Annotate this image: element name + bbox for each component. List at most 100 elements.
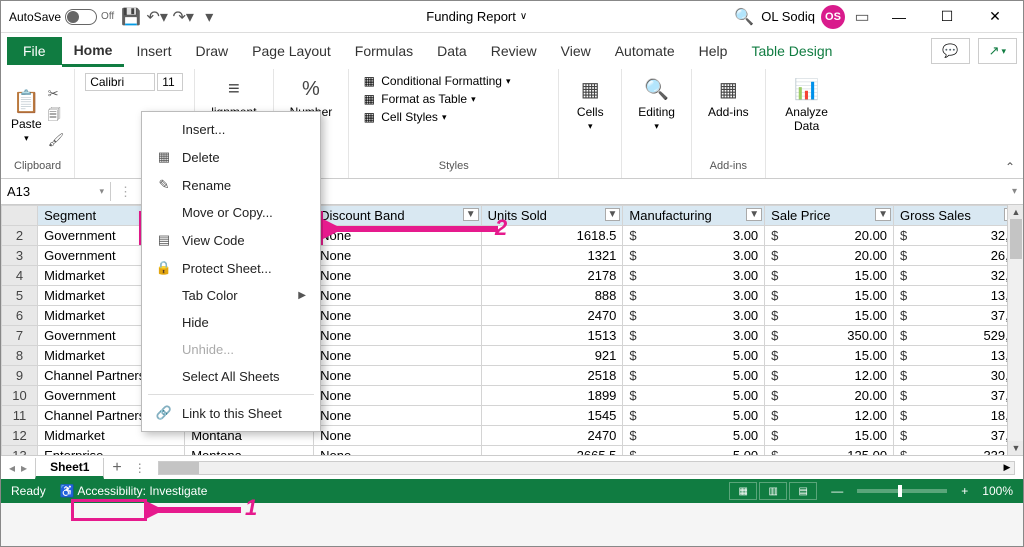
cell[interactable]: 2665.5 <box>481 446 623 456</box>
cell[interactable]: 333,1 <box>894 446 1023 456</box>
analyze-data-button[interactable]: 📊 Analyze Data <box>776 73 838 135</box>
cell[interactable]: 13,8 <box>894 346 1023 366</box>
menu-hide[interactable]: Hide <box>142 309 320 336</box>
tab-page-layout[interactable]: Page Layout <box>240 37 343 65</box>
tab-insert[interactable]: Insert <box>124 37 183 65</box>
cell[interactable]: 37,9 <box>894 386 1023 406</box>
cell[interactable]: 1321 <box>481 246 623 266</box>
cut-icon[interactable]: ✂ <box>48 86 65 102</box>
cell[interactable]: None <box>314 406 482 426</box>
menu-protect-sheet[interactable]: 🔒Protect Sheet... <box>142 254 320 282</box>
cell[interactable]: 30,2 <box>894 366 1023 386</box>
cell[interactable]: 32,3 <box>894 226 1023 246</box>
cell[interactable]: 15.00 <box>765 426 894 446</box>
cell[interactable]: None <box>314 306 482 326</box>
comments-button[interactable]: 💬 <box>931 38 969 64</box>
cell[interactable]: 3.00 <box>623 246 765 266</box>
cell[interactable]: None <box>314 326 482 346</box>
filter-dropdown-icon[interactable]: ▼ <box>746 208 762 221</box>
font-size-select[interactable] <box>157 73 183 91</box>
minimize-button[interactable]: — <box>879 2 919 32</box>
format-as-table-button[interactable]: ▦Format as Table▾ <box>359 91 548 107</box>
cell[interactable]: 26,4 <box>894 246 1023 266</box>
row-header[interactable]: 2 <box>2 226 38 246</box>
menu-view-code[interactable]: ▤View Code <box>142 226 320 254</box>
row-header[interactable]: 8 <box>2 346 38 366</box>
cell[interactable]: 20.00 <box>765 226 894 246</box>
scroll-up-icon[interactable]: ▲ <box>1008 205 1023 219</box>
paste-button[interactable]: 📋 Paste ▾ <box>11 89 42 144</box>
menu-rename[interactable]: ✎Rename <box>142 171 320 199</box>
cell[interactable]: 12.00 <box>765 366 894 386</box>
cell[interactable]: Montana <box>185 446 314 456</box>
row-header[interactable]: 3 <box>2 246 38 266</box>
cell[interactable]: None <box>314 426 482 446</box>
cell[interactable]: 20.00 <box>765 246 894 266</box>
document-title[interactable]: Funding Report∨ <box>226 9 727 24</box>
editing-button[interactable]: 🔍 Editing▾ <box>632 73 681 134</box>
menu-insert[interactable]: Insert... <box>142 116 320 143</box>
horizontal-scrollbar[interactable]: ▶ <box>158 461 1015 475</box>
menu-link-to-sheet[interactable]: 🔗Link to this Sheet <box>142 399 320 427</box>
table-row[interactable]: 13EnterpriseMontanaNone2665.55.00125.003… <box>2 446 1023 456</box>
cell[interactable]: 13,3 <box>894 286 1023 306</box>
cell[interactable]: 3.00 <box>623 226 765 246</box>
new-sheet-button[interactable]: + <box>104 459 129 477</box>
cell[interactable]: 2178 <box>481 266 623 286</box>
ribbon-display-icon[interactable]: ▭ <box>853 8 871 26</box>
column-header[interactable]: Manufacturing▼ <box>623 206 765 226</box>
cell[interactable]: 2470 <box>481 426 623 446</box>
row-header[interactable]: 6 <box>2 306 38 326</box>
autosave-toggle[interactable]: AutoSave Off <box>9 9 114 25</box>
filter-dropdown-icon[interactable]: ▼ <box>875 208 891 221</box>
cell[interactable]: 15.00 <box>765 306 894 326</box>
cell[interactable]: 5.00 <box>623 446 765 456</box>
cell[interactable]: 1513 <box>481 326 623 346</box>
tab-table-design[interactable]: Table Design <box>739 37 844 65</box>
cell[interactable]: 3.00 <box>623 286 765 306</box>
scroll-right-icon[interactable]: ▶ <box>1000 462 1014 474</box>
row-header[interactable]: 7 <box>2 326 38 346</box>
zoom-out-button[interactable]: — <box>831 484 843 498</box>
close-button[interactable]: ✕ <box>975 2 1015 32</box>
cell[interactable]: 15.00 <box>765 286 894 306</box>
column-header[interactable]: Discount Band▼ <box>314 206 482 226</box>
row-header[interactable]: 11 <box>2 406 38 426</box>
cell[interactable]: Enterprise <box>38 446 185 456</box>
conditional-formatting-button[interactable]: ▦Conditional Formatting▾ <box>359 73 548 89</box>
copy-icon[interactable]: 🗐 <box>48 106 65 128</box>
cell[interactable]: 5.00 <box>623 406 765 426</box>
cell[interactable]: 529,5 <box>894 326 1023 346</box>
cell[interactable]: None <box>314 246 482 266</box>
cell[interactable]: 37,0 <box>894 426 1023 446</box>
tab-formulas[interactable]: Formulas <box>343 37 425 65</box>
font-name-select[interactable] <box>85 73 155 91</box>
cell[interactable]: 18,5 <box>894 406 1023 426</box>
row-header[interactable]: 4 <box>2 266 38 286</box>
row-header[interactable]: 12 <box>2 426 38 446</box>
cell[interactable]: 3.00 <box>623 266 765 286</box>
scroll-down-icon[interactable]: ▼ <box>1008 441 1023 455</box>
file-tab[interactable]: File <box>7 37 62 65</box>
vertical-scrollbar[interactable]: ▲ ▼ <box>1007 205 1023 455</box>
tab-help[interactable]: Help <box>687 37 740 65</box>
cell[interactable]: None <box>314 386 482 406</box>
tab-nav-prev-icon[interactable]: ◂ <box>9 461 15 475</box>
sheet-tab-sheet1[interactable]: Sheet1 <box>35 458 104 479</box>
formula-expand-icon[interactable]: ▾ <box>1006 186 1023 197</box>
format-painter-icon[interactable]: 🖌 <box>48 132 65 148</box>
cell[interactable]: 32,6 <box>894 266 1023 286</box>
tab-view[interactable]: View <box>549 37 603 65</box>
tab-data[interactable]: Data <box>425 37 479 65</box>
filter-dropdown-icon[interactable]: ▼ <box>463 208 479 221</box>
cell[interactable]: 15.00 <box>765 266 894 286</box>
collapse-ribbon-icon[interactable]: ⌃ <box>1005 160 1015 174</box>
tab-home[interactable]: Home <box>62 36 125 67</box>
cell[interactable]: None <box>314 346 482 366</box>
cell[interactable]: 2470 <box>481 306 623 326</box>
cell[interactable]: 5.00 <box>623 386 765 406</box>
cell[interactable]: 921 <box>481 346 623 366</box>
share-button[interactable]: ↗ ▾ <box>978 38 1017 64</box>
accessibility-status[interactable]: ♿ Accessibility: Investigate <box>60 484 208 498</box>
cell[interactable]: None <box>314 366 482 386</box>
